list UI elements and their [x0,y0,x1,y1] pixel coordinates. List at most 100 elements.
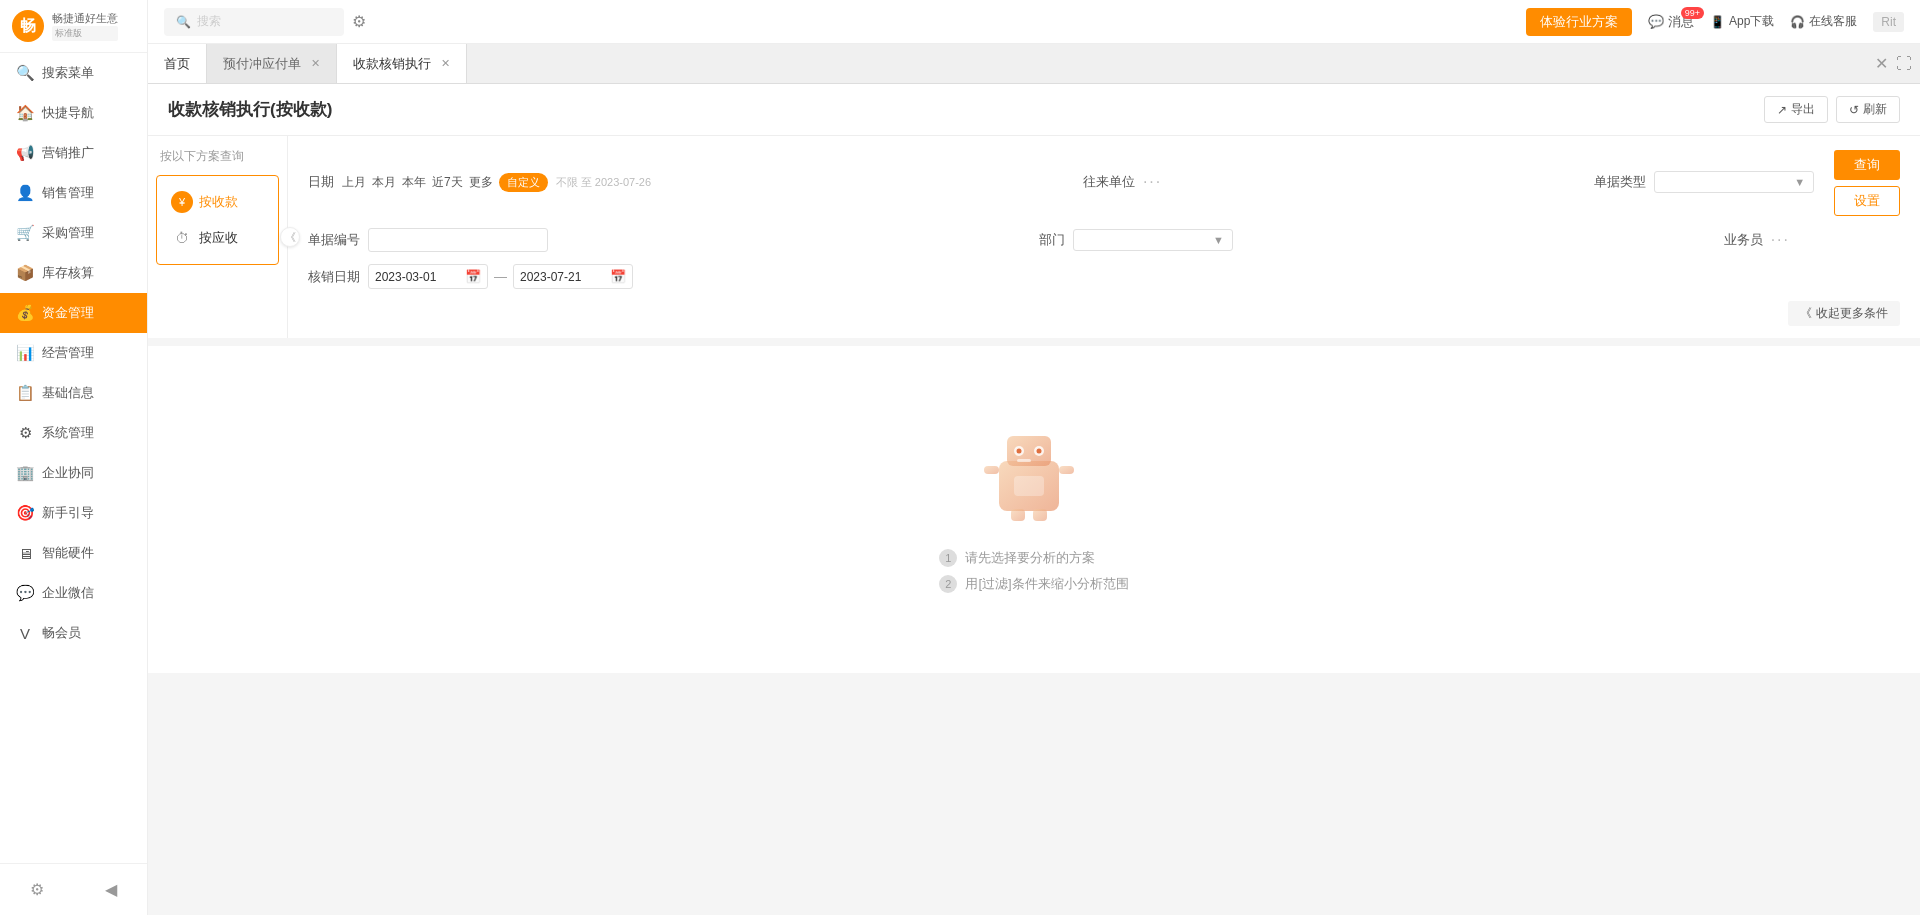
sidebar-item-sales[interactable]: 👤 销售管理 [0,173,147,213]
doc-type-select[interactable]: ▼ [1654,171,1814,193]
tab-prepay[interactable]: 预付冲应付单 ✕ [207,44,337,83]
dept-filter-field: 部门 ▼ [1039,229,1233,251]
svg-rect-9 [1011,509,1025,521]
date-hint: 不限 至 2023-07-26 [556,175,651,190]
sidebar-item-system[interactable]: ⚙ 系统管理 [0,413,147,453]
beginner-icon: 🎯 [16,504,34,522]
empty-robot-svg [979,426,1089,526]
app-logo: 畅 畅捷通好生意 标准版 [0,0,147,53]
sidebar-item-quick-nav[interactable]: 🏠 快捷导航 [0,93,147,133]
sidebar-item-purchase[interactable]: 🛒 采购管理 [0,213,147,253]
filter-settings-button[interactable]: 设置 [1834,186,1900,216]
last-month-button[interactable]: 上月 [342,174,366,191]
sidebar-item-inventory[interactable]: 📦 库存核算 [0,253,147,293]
sidebar: 畅 畅捷通好生意 标准版 🔍 搜索菜单 🏠 快捷导航 📢 营销推广 👤 销售管理… [0,0,148,915]
filter-row-1: 日期 上月 本月 本年 近7天 更多 自定义 不限 至 2023-07-26 [308,148,1900,216]
last-7-days-button[interactable]: 近7天 [432,174,463,191]
tab-bar: 首页 预付冲应付单 ✕ 收款核销执行 ✕ ✕ ⛶ [148,44,1920,84]
filter-by-receivable[interactable]: ⏱ 按应收 [163,220,272,256]
tab-collect-writeoff[interactable]: 收款核销执行 ✕ [337,44,467,83]
sales-icon: 👤 [16,184,34,202]
sidebar-item-beginner[interactable]: 🎯 新手引导 [0,493,147,533]
tab-close-prepay[interactable]: ✕ [311,57,320,70]
sidebar-item-operations[interactable]: 📊 经营管理 [0,333,147,373]
doc-type-filter-field: 单据类型 ▼ [1594,171,1814,193]
writeoff-date-label: 核销日期 [308,268,360,286]
date-shortcuts: 上月 本月 本年 近7天 更多 自定义 [342,173,548,192]
sidebar-item-search[interactable]: 🔍 搜索菜单 [0,53,147,93]
top-header-actions: 体验行业方案 💬 消息 99+ 📱 App下载 🎧 在线客服 Rit [1526,8,1904,36]
writeoff-date-from[interactable]: 2023-03-01 📅 [368,264,488,289]
svg-rect-10 [1033,509,1047,521]
sidebar-item-marketing[interactable]: 📢 营销推广 [0,133,147,173]
filter-by-receipt[interactable]: ¥ 按收款 [163,184,272,220]
service-icon: 🎧 [1790,15,1805,29]
filter-left-panel: 按以下方案查询 ¥ 按收款 ⏱ 按应收 《 [148,136,288,338]
sidebar-item-wechat[interactable]: 💬 企业微信 [0,573,147,613]
date-label: 日期 [308,173,334,191]
chevron-down-icon: ▼ [1794,176,1805,188]
search-box[interactable]: 🔍 搜索 [164,8,344,36]
this-month-button[interactable]: 本月 [372,174,396,191]
wechat-icon: 💬 [16,584,34,602]
partner-select-button[interactable]: ··· [1143,173,1162,191]
sidebar-item-hardware[interactable]: 🖥 智能硬件 [0,533,147,573]
refresh-icon: ↺ [1849,103,1859,117]
tab-close-collect-writeoff[interactable]: ✕ [441,57,450,70]
sidebar-item-basics[interactable]: 📋 基础信息 [0,373,147,413]
staff-label: 业务员 [1724,231,1763,249]
search-icon: 🔍 [176,15,191,29]
svg-rect-7 [984,466,999,474]
sidebar-settings-button[interactable]: ⚙ [22,872,52,907]
svg-rect-11 [1014,476,1044,496]
refresh-button[interactable]: ↺ 刷新 [1836,96,1900,123]
app-name: 畅捷通好生意 [52,11,118,25]
sidebar-item-finance[interactable]: 💰 资金管理 [0,293,147,333]
more-dates-button[interactable]: 更多 [469,174,493,191]
more-conditions-button[interactable]: 《 收起更多条件 [1788,301,1900,326]
tab-home[interactable]: 首页 [148,44,207,83]
purchase-icon: 🛒 [16,224,34,242]
this-year-button[interactable]: 本年 [402,174,426,191]
staff-select-button[interactable]: ··· [1771,231,1790,249]
clock-icon: ⏱ [171,227,193,249]
page-header-actions: ↗ 导出 ↺ 刷新 [1764,96,1900,135]
online-service-button[interactable]: 🎧 在线客服 [1790,13,1857,30]
system-icon: ⚙ [16,424,34,442]
sidebar-item-enterprise[interactable]: 🏢 企业协同 [0,453,147,493]
staff-filter-field: 业务员 ··· [1724,231,1790,249]
tab-close-all-button[interactable]: ✕ [1875,54,1888,73]
collapse-panel-button[interactable]: 《 [280,227,300,247]
empty-state: 1 请先选择要分析的方案 2 用[过滤]条件来缩小分析范围 [148,346,1920,673]
query-actions: 查询 设置 [1834,148,1900,216]
tab-expand-button[interactable]: ⛶ [1896,55,1912,73]
search-icon: 🔍 [16,64,34,82]
doc-type-label: 单据类型 [1594,173,1646,191]
message-button[interactable]: 💬 消息 99+ [1648,13,1694,31]
partner-label: 往来单位 [1083,173,1135,191]
sidebar-item-member[interactable]: V 畅会员 [0,613,147,653]
query-button[interactable]: 查询 [1834,150,1900,180]
partner-filter-field: 往来单位 ··· [1083,173,1162,191]
industry-button[interactable]: 体验行业方案 [1526,8,1632,36]
empty-hints: 1 请先选择要分析的方案 2 用[过滤]条件来缩小分析范围 [939,549,1128,593]
app-download-button[interactable]: 📱 App下载 [1710,13,1774,30]
writeoff-date-to[interactable]: 2023-07-21 📅 [513,264,633,289]
export-icon: ↗ [1777,103,1787,117]
page-content: 收款核销执行(按收款) ↗ 导出 ↺ 刷新 按以下方案查询 ¥ [148,84,1920,915]
doc-no-input[interactable] [368,228,548,252]
message-icon: 💬 [1648,14,1664,29]
dept-select[interactable]: ▼ [1073,229,1233,251]
writeoff-date-field: 核销日期 2023-03-01 📅 — 2023-07-21 📅 [308,264,633,289]
svg-rect-8 [1059,466,1074,474]
logo-icon: 畅 [12,10,44,42]
more-conditions-row: 《 收起更多条件 [308,301,1900,326]
custom-date-button[interactable]: 自定义 [499,173,548,192]
filter-area: 按以下方案查询 ¥ 按收款 ⏱ 按应收 《 [148,136,1920,338]
page-title: 收款核销执行(按收款) [168,98,332,133]
date-filter-field: 日期 上月 本月 本年 近7天 更多 自定义 不限 至 2023-07-26 [308,173,651,192]
export-button[interactable]: ↗ 导出 [1764,96,1828,123]
svg-rect-6 [1017,459,1031,462]
sidebar-collapse-button[interactable]: ◀ [97,872,125,907]
gear-icon[interactable]: ⚙ [352,12,366,31]
